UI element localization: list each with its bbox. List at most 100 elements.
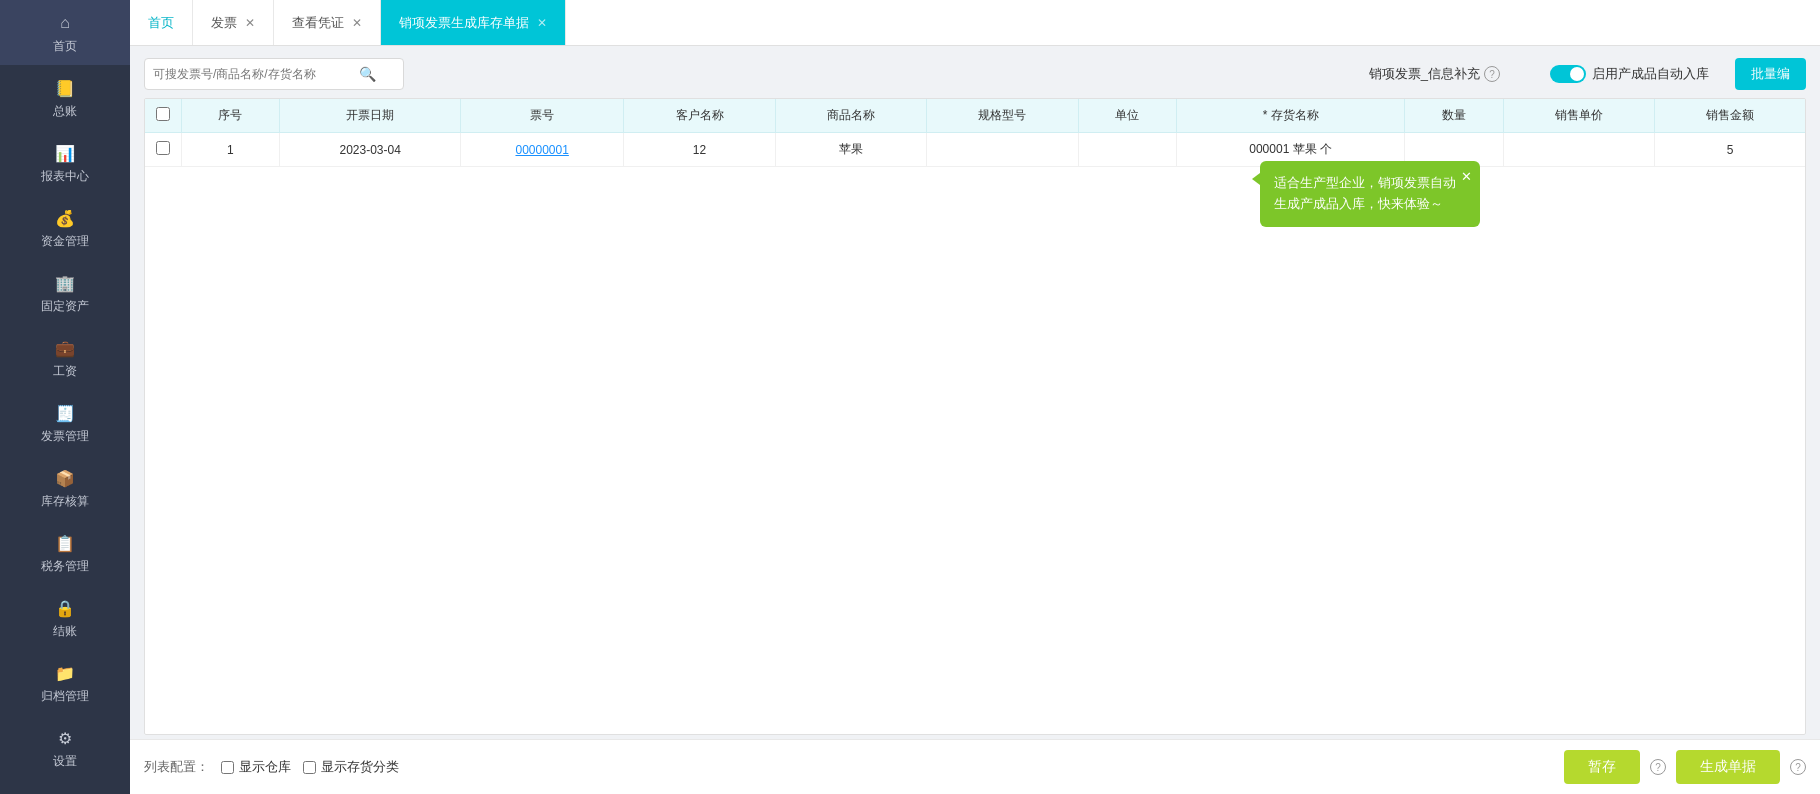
config-label: 列表配置：	[144, 758, 209, 776]
sidebar-label-inventory: 库存核算	[41, 493, 89, 510]
payroll-icon: 💼	[54, 337, 76, 359]
row-checkbox-cell	[145, 133, 181, 167]
save-button[interactable]: 暂存	[1564, 750, 1640, 784]
sidebar-item-reports[interactable]: 📊 报表中心	[0, 130, 130, 195]
fund-icon: 💰	[54, 207, 76, 229]
sidebar-item-archive[interactable]: 📁 归档管理	[0, 650, 130, 715]
table-header-row: 序号 开票日期 票号 客户名称 商品名称 规格型号 单位 * 存货名称 数量 销…	[145, 99, 1805, 133]
cell-unit	[1078, 133, 1177, 167]
sidebar-label-closing: 结账	[53, 623, 77, 640]
tab-home-label: 首页	[148, 14, 174, 32]
sidebar-label-tax: 税务管理	[41, 558, 89, 575]
tab-sales-invoice-close[interactable]: ✕	[537, 16, 547, 30]
tab-voucher[interactable]: 查看凭证 ✕	[274, 0, 381, 45]
tab-invoice-label: 发票	[211, 14, 237, 32]
sidebar-item-tax[interactable]: 📋 税务管理	[0, 520, 130, 585]
gen-button[interactable]: 生成单据	[1676, 750, 1780, 784]
category-cb[interactable]	[303, 761, 316, 774]
col-date: 开票日期	[280, 99, 461, 133]
sidebar-label-reports: 报表中心	[41, 168, 89, 185]
tab-bar: 首页 发票 ✕ 查看凭证 ✕ 销项发票生成库存单据 ✕	[130, 0, 1820, 46]
save-help-icon[interactable]: ?	[1650, 759, 1666, 775]
gear-icon: ⚙	[54, 727, 76, 749]
col-checkbox	[145, 99, 181, 133]
sidebar-label-fund: 资金管理	[41, 233, 89, 250]
sidebar-item-fund[interactable]: 💰 资金管理	[0, 195, 130, 260]
col-amount: 销售金额	[1655, 99, 1805, 133]
col-seq: 序号	[181, 99, 280, 133]
cell-seq: 1	[181, 133, 280, 167]
sidebar-label-ledger: 总账	[53, 103, 77, 120]
sidebar-label-payroll: 工资	[53, 363, 77, 380]
ticket-no-link[interactable]: 00000001	[515, 143, 568, 157]
table-container: 序号 开票日期 票号 客户名称 商品名称 规格型号 单位 * 存货名称 数量 销…	[144, 98, 1806, 735]
sidebar-item-guide[interactable]: ▶ 新手引导	[0, 780, 130, 794]
cell-customer: 12	[624, 133, 775, 167]
show-category-label: 显示存货分类	[321, 758, 399, 776]
warehouse-cb[interactable]	[221, 761, 234, 774]
row-checkbox[interactable]	[156, 141, 170, 155]
show-category-checkbox[interactable]: 显示存货分类	[303, 758, 399, 776]
sidebar-item-fixed-assets[interactable]: 🏢 固定资产	[0, 260, 130, 325]
page-wrapper: 🔍 销项发票_信息补充 ? 启用产成品自动入库 批量编	[130, 46, 1820, 794]
sidebar-item-settings[interactable]: ⚙ 设置	[0, 715, 130, 780]
cell-date: 2023-03-04	[280, 133, 461, 167]
tab-voucher-label: 查看凭证	[292, 14, 344, 32]
info-text: 销项发票_信息补充	[1369, 65, 1480, 83]
archive-icon: 📁	[54, 662, 76, 684]
invoice-icon: 🧾	[54, 402, 76, 424]
col-spec: 规格型号	[927, 99, 1078, 133]
sidebar-item-inventory[interactable]: 📦 库存核算	[0, 455, 130, 520]
sidebar-item-closing[interactable]: 🔒 结账	[0, 585, 130, 650]
sidebar-label-settings: 设置	[53, 753, 77, 770]
page-content: 🔍 销项发票_信息补充 ? 启用产成品自动入库 批量编	[130, 46, 1820, 735]
sidebar-item-general-ledger[interactable]: 📒 总账	[0, 65, 130, 130]
data-table: 序号 开票日期 票号 客户名称 商品名称 规格型号 单位 * 存货名称 数量 销…	[145, 99, 1805, 167]
sidebar-item-payroll[interactable]: 💼 工资	[0, 325, 130, 390]
cell-product: 苹果	[775, 133, 926, 167]
show-warehouse-checkbox[interactable]: 显示仓库	[221, 758, 291, 776]
toggle-area: 启用产成品自动入库	[1550, 65, 1709, 83]
cell-unit-price	[1503, 133, 1654, 167]
info-label: 销项发票_信息补充 ?	[1369, 65, 1500, 83]
col-product: 商品名称	[775, 99, 926, 133]
tooltip-text: 适合生产型企业，销项发票自动生成产成品入库，快来体验～	[1274, 175, 1456, 211]
inventory-icon: 📦	[54, 467, 76, 489]
tab-invoice-close[interactable]: ✕	[245, 16, 255, 30]
cell-spec	[927, 133, 1078, 167]
show-warehouse-label: 显示仓库	[239, 758, 291, 776]
home-icon: ⌂	[54, 12, 76, 34]
sidebar-item-invoice-mgmt[interactable]: 🧾 发票管理	[0, 390, 130, 455]
toggle-label: 启用产成品自动入库	[1592, 65, 1709, 83]
gen-help-icon[interactable]: ?	[1790, 759, 1806, 775]
batch-button[interactable]: 批量编	[1735, 58, 1806, 90]
sidebar: ⌂ 首页 📒 总账 📊 报表中心 💰 资金管理 🏢 固定资产 💼 工资 🧾 发票…	[0, 0, 130, 794]
main-area: 首页 发票 ✕ 查看凭证 ✕ 销项发票生成库存单据 ✕ 🔍 销项发票_信息补充	[130, 0, 1820, 794]
sidebar-label-assets: 固定资产	[41, 298, 89, 315]
reports-icon: 📊	[54, 142, 76, 164]
search-box[interactable]: 🔍	[144, 58, 404, 90]
tab-sales-invoice-label: 销项发票生成库存单据	[399, 14, 529, 32]
tab-invoice[interactable]: 发票 ✕	[193, 0, 274, 45]
toggle-knob	[1570, 67, 1584, 81]
tooltip-bubble: ✕ 适合生产型企业，销项发票自动生成产成品入库，快来体验～	[1260, 161, 1480, 227]
footer-bar: 列表配置： 显示仓库 显示存货分类 暂存 ? 生成单据 ?	[130, 739, 1820, 794]
select-all-checkbox[interactable]	[156, 107, 170, 121]
tab-sales-invoice[interactable]: 销项发票生成库存单据 ✕	[381, 0, 566, 45]
sidebar-item-home[interactable]: ⌂ 首页	[0, 0, 130, 65]
tooltip-close-icon[interactable]: ✕	[1461, 167, 1472, 188]
search-input[interactable]	[153, 67, 353, 81]
closing-icon: 🔒	[54, 597, 76, 619]
col-customer: 客户名称	[624, 99, 775, 133]
tax-icon: 📋	[54, 532, 76, 554]
col-unit: 单位	[1078, 99, 1177, 133]
info-help-icon[interactable]: ?	[1484, 66, 1500, 82]
footer-actions: 暂存 ? 生成单据 ?	[1564, 750, 1806, 784]
search-icon: 🔍	[359, 66, 376, 82]
auto-warehouse-toggle[interactable]	[1550, 65, 1586, 83]
cell-ticket-no[interactable]: 00000001	[461, 133, 624, 167]
table-row: 1 2023-03-04 00000001 12 苹果 000001 苹果 个 …	[145, 133, 1805, 167]
toolbar-row: 🔍 销项发票_信息补充 ? 启用产成品自动入库 批量编	[144, 58, 1806, 90]
tab-home[interactable]: 首页	[130, 0, 193, 45]
tab-voucher-close[interactable]: ✕	[352, 16, 362, 30]
